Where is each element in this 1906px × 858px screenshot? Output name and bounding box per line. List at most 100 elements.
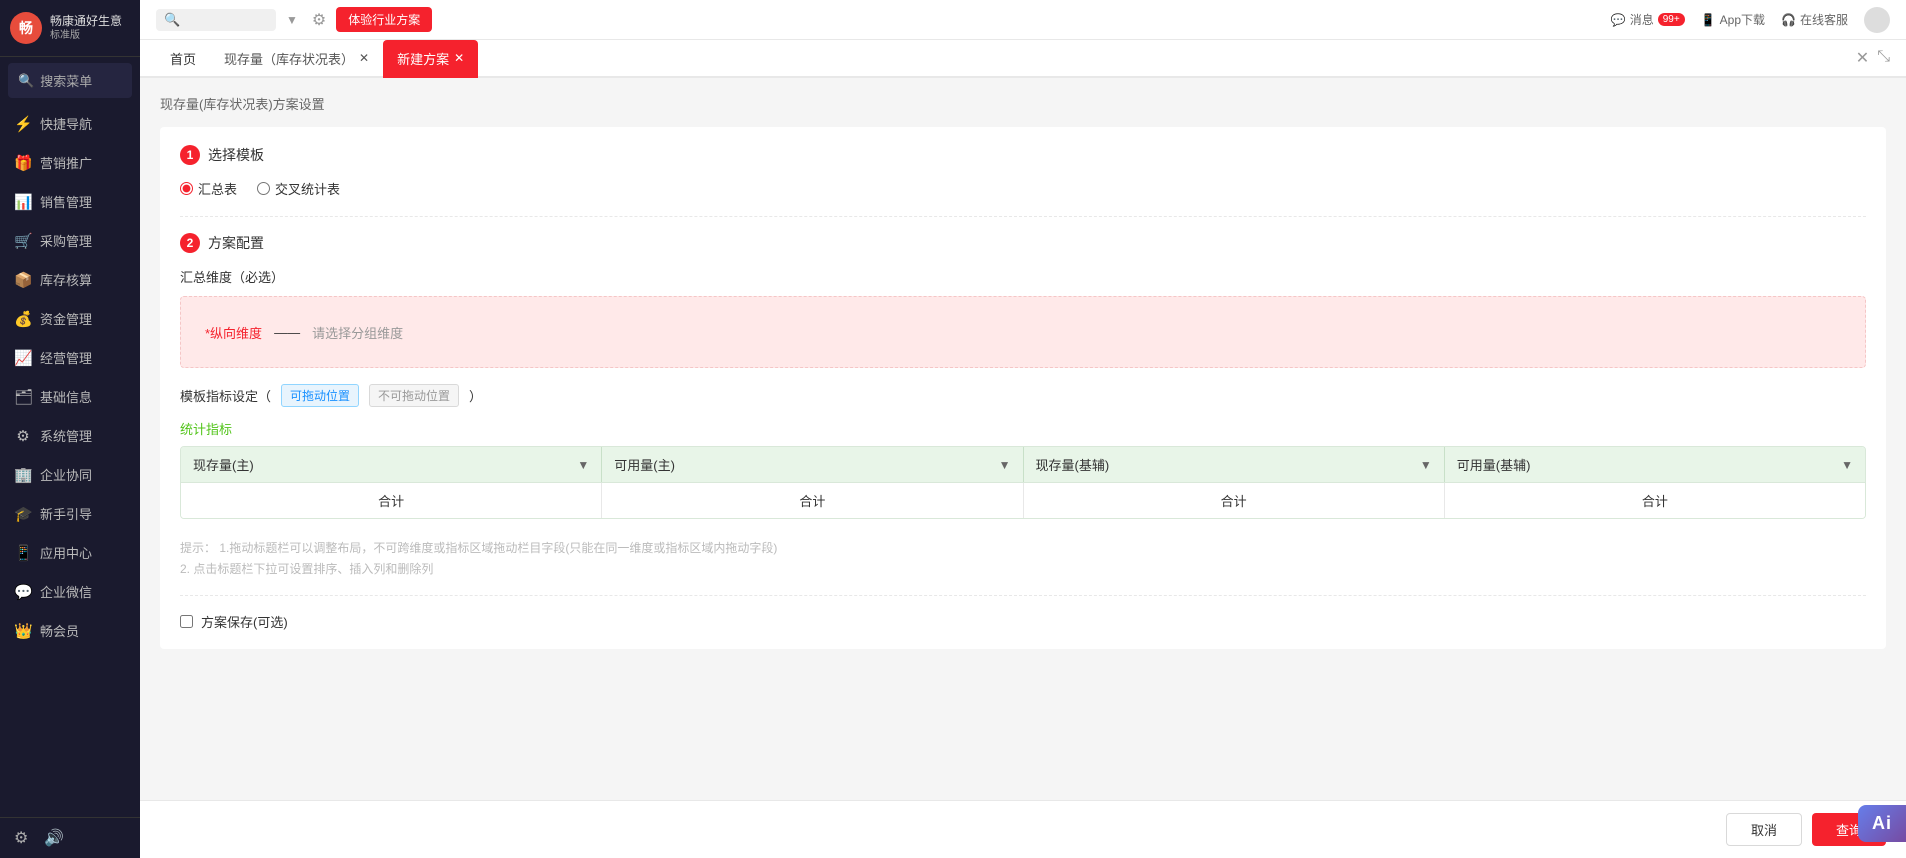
template-radio-group: 汇总表 交叉统计表 xyxy=(180,179,1866,198)
sidebar-label-enterprise: 企业协同 xyxy=(40,465,92,484)
search-icon: 🔍 xyxy=(18,73,34,89)
sales-icon: 📊 xyxy=(14,193,32,211)
radio-cross-input[interactable] xyxy=(257,182,270,195)
save-plan-checkbox[interactable] xyxy=(180,615,193,628)
step2-number: 2 xyxy=(180,233,200,253)
sidebar-label-purchase: 采购管理 xyxy=(40,231,92,250)
sidebar-item-inventory[interactable]: 📦 库存核算 xyxy=(0,260,140,299)
step2-header: 2 方案配置 xyxy=(180,233,1866,253)
sidebar-item-app-center[interactable]: 📱 应用中心 xyxy=(0,533,140,572)
radio-summary-input[interactable] xyxy=(180,182,193,195)
header-search-box[interactable]: 🔍 xyxy=(156,9,276,31)
stats-col-3[interactable]: 可用量(基辅) ▼ xyxy=(1445,447,1865,482)
tab-inventory-status[interactable]: 现存量（库存状况表） ✕ xyxy=(210,40,383,78)
stats-col-chevron-1[interactable]: ▼ xyxy=(999,458,1011,472)
stats-cell-3: 合计 xyxy=(1445,483,1865,518)
tab-home[interactable]: 首页 xyxy=(156,40,210,78)
sidebar-item-enterprise[interactable]: 🏢 企业协同 xyxy=(0,455,140,494)
stats-col-chevron-0[interactable]: ▼ xyxy=(577,458,589,472)
step1-title: 选择模板 xyxy=(208,145,264,165)
step1-block: 1 选择模板 汇总表 交叉统计表 xyxy=(180,145,1866,198)
footer-actions: 取消 查询 xyxy=(140,800,1906,858)
main-area: 🔍 ▼ ⚙ 体验行业方案 💬 消息 99+ 📱 App下载 🎧 在线客服 xyxy=(140,0,1906,858)
stats-col-chevron-2[interactable]: ▼ xyxy=(1420,458,1432,472)
sidebar-item-basic-info[interactable]: 🗂 基础信息 xyxy=(0,377,140,416)
tab-new-plan[interactable]: 新建方案 ✕ xyxy=(383,40,478,78)
sidebar-logo: 畅 畅康通好生意 标准版 xyxy=(0,0,140,57)
app-name: 畅康通好生意 xyxy=(50,13,122,30)
sidebar-label-quick-nav: 快捷导航 xyxy=(40,114,92,133)
industry-solution-button[interactable]: 体验行业方案 xyxy=(336,7,432,32)
top-header: 🔍 ▼ ⚙ 体验行业方案 💬 消息 99+ 📱 App下载 🎧 在线客服 xyxy=(140,0,1906,40)
sidebar-item-purchase[interactable]: 🛒 采购管理 xyxy=(0,221,140,260)
app-center-icon: 📱 xyxy=(14,544,32,562)
sidebar-item-sales[interactable]: 📊 销售管理 xyxy=(0,182,140,221)
tab-close-icon[interactable]: ✕ xyxy=(1856,48,1869,68)
app-logo-icon: 畅 xyxy=(10,12,42,44)
indicator-unmovable-badge: 不可拖动位置 xyxy=(369,384,459,407)
header-search-input[interactable] xyxy=(185,13,265,27)
stats-col-2[interactable]: 现存量(基辅) ▼ xyxy=(1024,447,1445,482)
marketing-icon: 🎁 xyxy=(14,154,32,172)
dimension-dash: —— xyxy=(274,325,300,340)
save-plan-row: 方案保存(可选) xyxy=(180,612,1866,631)
sidebar-label-business: 经营管理 xyxy=(40,348,92,367)
dimension-placeholder: 请选择分组维度 xyxy=(312,323,403,342)
app-download-button[interactable]: 📱 App下载 xyxy=(1701,11,1765,28)
stats-col-label-2: 现存量(基辅) xyxy=(1036,455,1110,474)
sidebar-menu: 🔍 搜索菜单 ⚡ 快捷导航 🎁 营销推广 📊 销售管理 🛒 采购管理 📦 库存核… xyxy=(0,57,140,817)
header-gear-icon[interactable]: ⚙ xyxy=(312,10,326,30)
radio-cross-label: 交叉统计表 xyxy=(275,179,340,198)
dimension-section-label: 汇总维度（必选） xyxy=(180,267,1866,286)
dimension-box[interactable]: *纵向维度 —— 请选择分组维度 xyxy=(180,296,1866,368)
step2-title: 方案配置 xyxy=(208,233,264,253)
stats-col-chevron-3[interactable]: ▼ xyxy=(1841,458,1853,472)
tip-1: 提示： 1.拖动标题栏可以调整布局，不可跨维度或指标区域拖动栏目字段(只能在同一… xyxy=(180,539,1866,556)
stats-col-label-3: 可用量(基辅) xyxy=(1457,455,1531,474)
stats-col-0[interactable]: 现存量(主) ▼ xyxy=(181,447,602,482)
stats-table: 现存量(主) ▼ 可用量(主) ▼ 现存量(基辅) ▼ 可用量(基辅) xyxy=(180,446,1866,519)
sidebar-label-app-center: 应用中心 xyxy=(40,543,92,562)
indicator-settings-prefix: 模板指标设定（ xyxy=(180,386,271,405)
stats-cell-1: 合计 xyxy=(602,483,1023,518)
business-icon: 📈 xyxy=(14,349,32,367)
purchase-icon: 🛒 xyxy=(14,232,32,250)
stats-table-header: 现存量(主) ▼ 可用量(主) ▼ 现存量(基辅) ▼ 可用量(基辅) xyxy=(181,447,1865,482)
sidebar-item-business[interactable]: 📈 经营管理 xyxy=(0,338,140,377)
sidebar-item-newbie[interactable]: 🎓 新手引导 xyxy=(0,494,140,533)
stats-cell-0: 合计 xyxy=(181,483,602,518)
settings-icon[interactable]: ⚙ xyxy=(14,828,28,848)
messages-button[interactable]: 💬 消息 99+ xyxy=(1611,11,1685,28)
settings-card: 1 选择模板 汇总表 交叉统计表 2 xyxy=(160,127,1886,649)
radio-cross[interactable]: 交叉统计表 xyxy=(257,179,340,198)
tab-expand-icon[interactable]: ⤡ xyxy=(1877,48,1890,68)
header-chevron-icon[interactable]: ▼ xyxy=(286,13,298,27)
sidebar-item-wechat[interactable]: 💬 企业微信 xyxy=(0,572,140,611)
stats-col-1[interactable]: 可用量(主) ▼ xyxy=(602,447,1023,482)
sidebar-item-marketing[interactable]: 🎁 营销推广 xyxy=(0,143,140,182)
sidebar-item-finance[interactable]: 💰 资金管理 xyxy=(0,299,140,338)
radio-summary[interactable]: 汇总表 xyxy=(180,179,237,198)
vip-icon: 👑 xyxy=(14,622,32,640)
indicator-settings-suffix: ） xyxy=(469,386,482,405)
online-service-button[interactable]: 🎧 在线客服 xyxy=(1781,11,1848,28)
wechat-icon: 💬 xyxy=(14,583,32,601)
service-label: 在线客服 xyxy=(1800,11,1848,28)
divider-1 xyxy=(180,216,1866,217)
sidebar-label-sales: 销售管理 xyxy=(40,192,92,211)
sidebar-label-marketing: 营销推广 xyxy=(40,153,92,172)
user-avatar[interactable] xyxy=(1864,7,1890,33)
tab-inventory-close-icon[interactable]: ✕ xyxy=(359,51,369,65)
ai-badge[interactable]: Ai xyxy=(1858,805,1906,842)
sidebar-item-system[interactable]: ⚙ 系统管理 xyxy=(0,416,140,455)
sidebar-search-btn[interactable]: 🔍 搜索菜单 xyxy=(8,63,132,98)
messages-label: 消息 xyxy=(1630,11,1654,28)
tab-new-plan-close-icon[interactable]: ✕ xyxy=(454,51,464,65)
step2-block: 2 方案配置 汇总维度（必选） *纵向维度 —— 请选择分组维度 模板指标设定（… xyxy=(180,233,1866,577)
sidebar-label-vip: 畅会员 xyxy=(40,621,79,640)
cancel-button[interactable]: 取消 xyxy=(1726,813,1802,846)
sidebar-search-label: 搜索菜单 xyxy=(40,71,92,90)
audio-icon[interactable]: 🔊 xyxy=(44,828,64,848)
sidebar-item-vip[interactable]: 👑 畅会员 xyxy=(0,611,140,650)
sidebar-item-quick-nav[interactable]: ⚡ 快捷导航 xyxy=(0,104,140,143)
